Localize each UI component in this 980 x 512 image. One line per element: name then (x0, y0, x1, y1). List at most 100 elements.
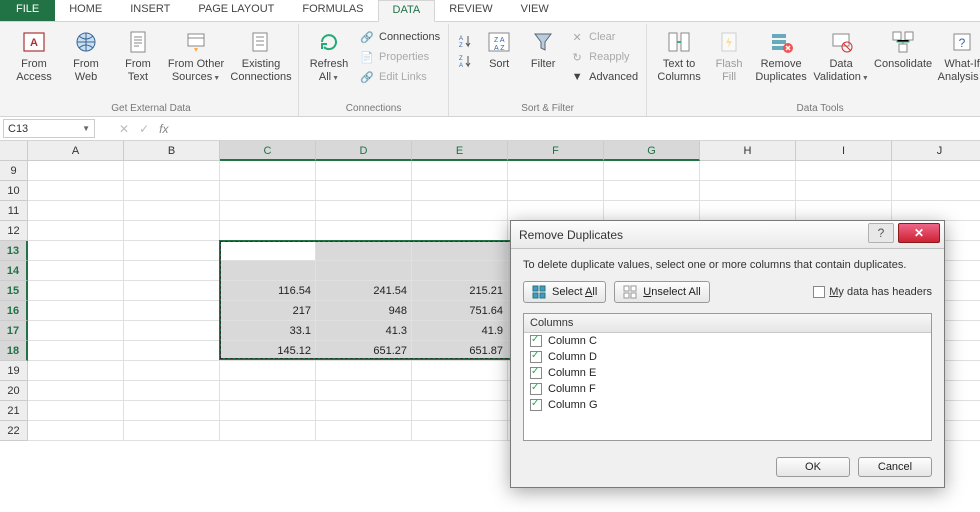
cell-B18[interactable] (124, 341, 220, 361)
flash-fill-button[interactable]: Flash Fill (709, 26, 749, 83)
col-header-D[interactable]: D (316, 141, 412, 161)
cell-A20[interactable] (28, 381, 124, 401)
cell-C11[interactable] (220, 201, 316, 221)
ok-button[interactable]: OK (776, 457, 850, 477)
cell-B17[interactable] (124, 321, 220, 341)
cell-A17[interactable] (28, 321, 124, 341)
cell-B20[interactable] (124, 381, 220, 401)
col-header-E[interactable]: E (412, 141, 508, 161)
cell-E14[interactable] (412, 261, 508, 281)
cell-J10[interactable] (892, 181, 980, 201)
cell-C18[interactable]: 145.12 (220, 341, 316, 361)
name-box[interactable]: C13▼ (3, 119, 95, 138)
tab-insert[interactable]: INSERT (116, 0, 184, 21)
cell-E13[interactable] (412, 241, 508, 261)
consolidate-button[interactable]: Consolidate (873, 26, 933, 71)
columns-listbox[interactable]: Columns Column C Column D Column E Colum… (523, 313, 932, 441)
select-all-button[interactable]: Select All (523, 281, 606, 303)
close-button[interactable]: ✕ (898, 223, 940, 243)
dialog-titlebar[interactable]: Remove Duplicates ? ✕ (511, 221, 944, 249)
cell-B9[interactable] (124, 161, 220, 181)
fx-icon[interactable]: fx (159, 122, 168, 136)
cell-D18[interactable]: 651.27 (316, 341, 412, 361)
column-item-0[interactable]: Column C (524, 333, 931, 349)
cell-D12[interactable] (316, 221, 412, 241)
cell-A19[interactable] (28, 361, 124, 381)
sort-az-button[interactable]: AZ (455, 32, 475, 50)
cell-D17[interactable]: 41.3 (316, 321, 412, 341)
cell-H11[interactable] (700, 201, 796, 221)
cell-I9[interactable] (796, 161, 892, 181)
tab-view[interactable]: VIEW (507, 0, 563, 21)
row-header-12[interactable]: 12 (0, 221, 28, 241)
cell-B10[interactable] (124, 181, 220, 201)
cell-A18[interactable] (28, 341, 124, 361)
cell-C17[interactable]: 33.1 (220, 321, 316, 341)
row-header-20[interactable]: 20 (0, 381, 28, 401)
cell-A21[interactable] (28, 401, 124, 421)
col-header-C[interactable]: C (220, 141, 316, 161)
cell-B14[interactable] (124, 261, 220, 281)
col-header-G[interactable]: G (604, 141, 700, 161)
existing-connections-button[interactable]: Existing Connections (230, 26, 292, 83)
cell-D19[interactable] (316, 361, 412, 381)
column-item-4[interactable]: Column G (524, 397, 931, 413)
cell-B15[interactable] (124, 281, 220, 301)
cell-E12[interactable] (412, 221, 508, 241)
cell-F9[interactable] (508, 161, 604, 181)
cell-G11[interactable] (604, 201, 700, 221)
cell-D20[interactable] (316, 381, 412, 401)
advanced-button[interactable]: ▼Advanced (567, 68, 640, 86)
cell-C10[interactable] (220, 181, 316, 201)
cell-F10[interactable] (508, 181, 604, 201)
cell-C9[interactable] (220, 161, 316, 181)
col-header-I[interactable]: I (796, 141, 892, 161)
row-header-22[interactable]: 22 (0, 421, 28, 441)
cell-A10[interactable] (28, 181, 124, 201)
cell-A15[interactable] (28, 281, 124, 301)
cell-E15[interactable]: 215.21 (412, 281, 508, 301)
cell-C20[interactable] (220, 381, 316, 401)
row-header-19[interactable]: 19 (0, 361, 28, 381)
cell-C16[interactable]: 217 (220, 301, 316, 321)
row-header-15[interactable]: 15 (0, 281, 28, 301)
row-header-17[interactable]: 17 (0, 321, 28, 341)
cell-I10[interactable] (796, 181, 892, 201)
col-header-H[interactable]: H (700, 141, 796, 161)
cell-D16[interactable]: 948 (316, 301, 412, 321)
cell-E9[interactable] (412, 161, 508, 181)
tab-pagelayout[interactable]: PAGE LAYOUT (184, 0, 288, 21)
cell-B19[interactable] (124, 361, 220, 381)
row-header-9[interactable]: 9 (0, 161, 28, 181)
cell-E22[interactable] (412, 421, 508, 441)
cell-H9[interactable] (700, 161, 796, 181)
cell-D11[interactable] (316, 201, 412, 221)
cell-B16[interactable] (124, 301, 220, 321)
cell-B21[interactable] (124, 401, 220, 421)
clear-button[interactable]: ✕Clear (567, 28, 640, 46)
cell-E16[interactable]: 751.64 (412, 301, 508, 321)
unselect-all-button[interactable]: Unselect All (614, 281, 709, 303)
cell-D14[interactable] (316, 261, 412, 281)
from-text-button[interactable]: From Text (114, 26, 162, 83)
my-data-has-headers-checkbox[interactable]: My data has headers (813, 286, 932, 298)
data-validation-button[interactable]: Data Validation▼ (813, 26, 869, 83)
cell-A12[interactable] (28, 221, 124, 241)
filter-button[interactable]: Filter (523, 26, 563, 71)
row-header-14[interactable]: 14 (0, 261, 28, 281)
column-item-2[interactable]: Column E (524, 365, 931, 381)
cell-E19[interactable] (412, 361, 508, 381)
cell-J9[interactable] (892, 161, 980, 181)
cell-B11[interactable] (124, 201, 220, 221)
row-header-13[interactable]: 13 (0, 241, 28, 261)
col-header-A[interactable]: A (28, 141, 124, 161)
cell-D15[interactable]: 241.54 (316, 281, 412, 301)
col-header-F[interactable]: F (508, 141, 604, 161)
cell-A14[interactable] (28, 261, 124, 281)
cancel-button[interactable]: Cancel (858, 457, 932, 477)
edit-links-button[interactable]: 🔗Edit Links (357, 68, 442, 86)
sort-button[interactable]: Z AA Z Sort (479, 26, 519, 71)
text-to-columns-button[interactable]: Text to Columns (653, 26, 705, 83)
from-web-button[interactable]: From Web (62, 26, 110, 83)
cell-D9[interactable] (316, 161, 412, 181)
